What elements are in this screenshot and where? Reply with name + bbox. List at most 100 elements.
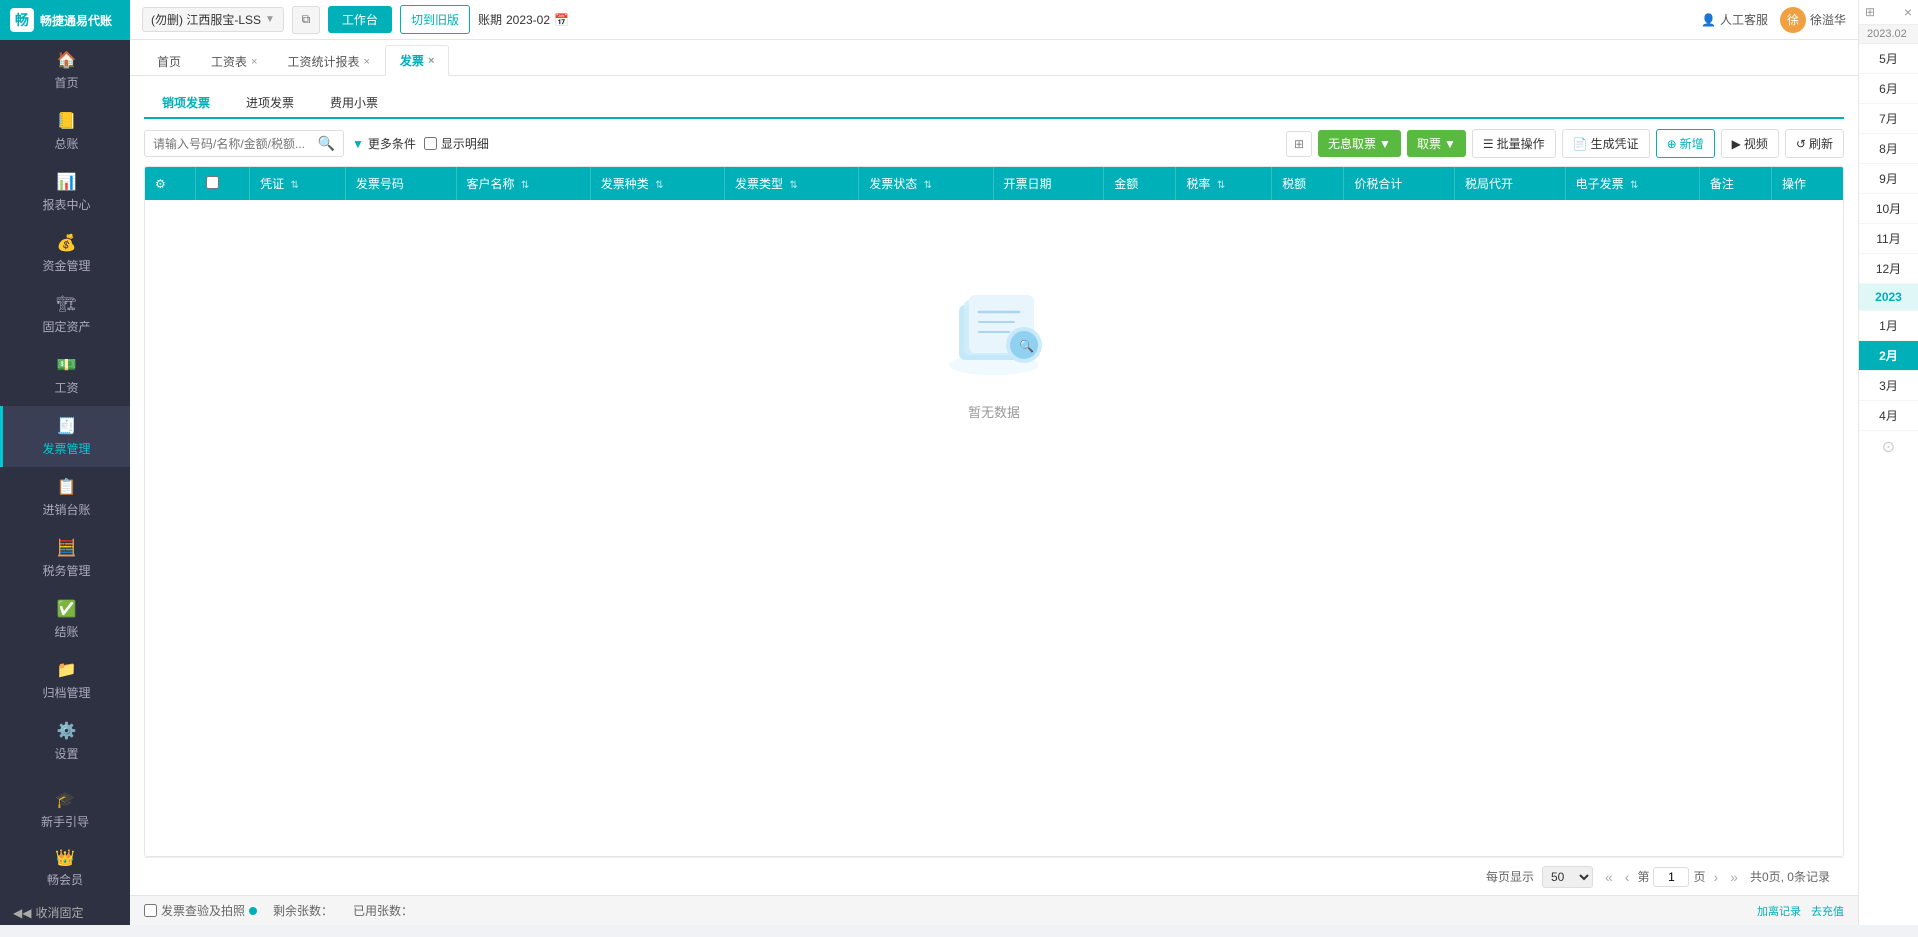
subtab-bar: 销项发票 进项发票 费用小票	[144, 86, 1844, 119]
invoice-check-checkbox[interactable]	[144, 904, 157, 917]
show-detail-check[interactable]	[424, 137, 437, 150]
video-button[interactable]: ▶ 视频	[1721, 129, 1779, 158]
switch-version-button[interactable]: 切到旧版	[400, 5, 470, 34]
collapse-label: 收消固定	[35, 904, 83, 921]
year-label-2022: 2023.02	[1859, 25, 1918, 44]
sidebar-item-总账[interactable]: 📒 总账	[0, 101, 130, 162]
page-size-select[interactable]: 50 20 100	[1542, 866, 1593, 888]
col-checkbox	[195, 167, 250, 200]
sidebar-icon-7: 📋	[57, 477, 77, 497]
sidebar-item-member[interactable]: 👑 畅会员	[5, 840, 125, 896]
gen-voucher-icon: 📄	[1573, 137, 1588, 151]
ticket-arrow: ▼	[1444, 137, 1456, 151]
show-detail-checkbox[interactable]: 显示明细	[424, 135, 489, 152]
month-item-2022-10[interactable]: 10月	[1859, 194, 1918, 224]
month-item-2023-03[interactable]: 3月	[1859, 371, 1918, 401]
member-label: 畅会员	[47, 871, 83, 888]
month-item-2022-07[interactable]: 7月	[1859, 104, 1918, 134]
month-item-2023-02[interactable]: 2月	[1859, 341, 1918, 371]
sort-invoice-status-icon[interactable]: ⇅	[924, 180, 932, 191]
content-area: 销项发票 进项发票 费用小票 🔍 ▼ 更多条件 显示明细	[130, 76, 1858, 895]
month-item-2022-12[interactable]: 12月	[1859, 254, 1918, 284]
page-input[interactable]	[1653, 867, 1689, 887]
sidebar-item-归档管理[interactable]: 📁归档管理	[0, 650, 130, 711]
last-page-button[interactable]: »	[1726, 867, 1742, 887]
subtab-purchase[interactable]: 进项发票	[228, 88, 312, 119]
subtab-receipt[interactable]: 费用小票	[312, 88, 396, 119]
settings-icon[interactable]: ⚙	[155, 177, 166, 191]
company-selector[interactable]: (勿删) 江西服宝-LSS ▼	[142, 7, 284, 32]
sidebar-item-设置[interactable]: ⚙️设置	[0, 711, 130, 772]
month-item-2022-06[interactable]: 6月	[1859, 74, 1918, 104]
tab-payroll-close[interactable]: ×	[251, 56, 257, 68]
grid-view-button[interactable]: ⊞	[1286, 131, 1312, 157]
batch-op-button[interactable]: ☰ 批量操作	[1472, 129, 1556, 158]
month-item-2023-04[interactable]: 4月	[1859, 401, 1918, 431]
tab-payroll-report-close[interactable]: ×	[363, 56, 369, 68]
sort-invoice-category-icon[interactable]: ⇅	[789, 180, 797, 191]
first-page-button[interactable]: «	[1601, 867, 1617, 887]
avatar-initial: 徐	[1787, 11, 1799, 28]
sort-invoice-type-icon[interactable]: ⇅	[655, 180, 663, 191]
recharge-link[interactable]: 去充值	[1811, 903, 1844, 919]
next-page-button[interactable]: ›	[1710, 867, 1723, 887]
sort-tax-rate-icon[interactable]: ⇅	[1217, 180, 1225, 191]
tab-payroll[interactable]: 工资表 ×	[196, 46, 272, 76]
sidebar-item-工资[interactable]: 💵工资	[0, 345, 130, 406]
sidebar-label-0: 首页	[54, 74, 78, 91]
new-button[interactable]: ⊕ 新增	[1656, 129, 1715, 158]
sidebar-item-首页[interactable]: 🏠首页	[0, 40, 130, 101]
sort-customer-icon[interactable]: ⇅	[521, 180, 529, 191]
sidebar-icon-1: 📒	[57, 111, 77, 131]
sidebar-icon-8: 🧮	[57, 538, 77, 558]
filter-button[interactable]: ▼ 更多条件	[352, 135, 416, 152]
prev-page-button[interactable]: ‹	[1621, 867, 1634, 887]
tab-home[interactable]: 首页	[142, 46, 196, 76]
sidebar-item-发票管理[interactable]: 🧾发票管理	[0, 406, 130, 467]
month-item-2023-01[interactable]: 1月	[1859, 311, 1918, 341]
collapse-btn[interactable]: ◀◀ 收消固定	[5, 898, 125, 927]
tab-invoice-label: 发票	[400, 52, 424, 69]
sidebar-item-guide[interactable]: 🎓 新手引导	[5, 782, 125, 838]
sidebar-item-固定资产[interactable]: 🏗固定资产	[0, 284, 130, 345]
right-panel-expand-btn[interactable]: ⊞	[1865, 5, 1875, 19]
tab-invoice[interactable]: 发票 ×	[385, 45, 449, 76]
month-item-2022-08[interactable]: 8月	[1859, 134, 1918, 164]
refresh-button[interactable]: ↺ 刷新	[1785, 129, 1844, 158]
right-panel: ⊞ × 2023.02 5月 6月 7月 8月 9月 10月 11月 12月 2…	[1858, 0, 1918, 925]
sidebar-item-资金管理[interactable]: 💰资金管理	[0, 223, 130, 284]
right-panel-close-btn[interactable]: ×	[1904, 4, 1912, 20]
col-amount: 金额	[1104, 167, 1176, 200]
search-input[interactable]	[153, 137, 314, 151]
month-item-2022-05[interactable]: 5月	[1859, 44, 1918, 74]
sort-voucher-icon[interactable]: ⇅	[290, 180, 298, 191]
sidebar-label-1: 总账	[54, 135, 78, 152]
sidebar-item-进销台账[interactable]: 📋进销台账	[0, 467, 130, 528]
customer-service[interactable]: 👤 人工客服	[1701, 11, 1768, 28]
ticket-button[interactable]: 取票 ▼	[1407, 130, 1466, 157]
no-ticket-label: 无息取票	[1328, 135, 1376, 152]
date-picker-scroll[interactable]: 2023.02 5月 6月 7月 8月 9月 10月 11月 12月 2023 …	[1859, 25, 1918, 925]
gen-voucher-button[interactable]: 📄 生成凭证	[1562, 129, 1650, 158]
copy-button[interactable]: ⧉	[292, 6, 320, 34]
tab-payroll-report[interactable]: 工资统计报表 ×	[272, 46, 384, 76]
sidebar-item-税务管理[interactable]: 🧮税务管理	[0, 528, 130, 589]
sidebar-item-结账[interactable]: ✅结账	[0, 589, 130, 650]
user-info[interactable]: 徐 徐溢华	[1780, 7, 1846, 33]
toolbar-right: ⊞ 无息取票 ▼ 取票 ▼ ☰ 批量操作 📄 生成凭证	[1286, 129, 1844, 158]
collapse-icon: ◀◀	[13, 906, 31, 920]
month-item-2022-09[interactable]: 9月	[1859, 164, 1918, 194]
no-ticket-button[interactable]: 无息取票 ▼	[1318, 130, 1401, 157]
toolbar: 🔍 ▼ 更多条件 显示明细 ⊞ 无息取票 ▼ 取票 ▼	[144, 129, 1844, 158]
sidebar-icon-3: 💰	[57, 233, 77, 253]
page-label: 第	[1637, 868, 1649, 885]
search-icon[interactable]: 🔍	[318, 135, 335, 152]
tab-invoice-close[interactable]: ×	[428, 55, 434, 67]
select-all-checkbox[interactable]	[206, 176, 219, 189]
sidebar-item-报表中心[interactable]: 📊报表中心	[0, 162, 130, 223]
workbench-button[interactable]: 工作台	[328, 6, 392, 33]
month-item-2022-11[interactable]: 11月	[1859, 224, 1918, 254]
add-leave-link[interactable]: 加离记录	[1757, 903, 1801, 919]
subtab-sales[interactable]: 销项发票	[144, 88, 228, 119]
sort-electronic-icon[interactable]: ⇅	[1630, 180, 1638, 191]
